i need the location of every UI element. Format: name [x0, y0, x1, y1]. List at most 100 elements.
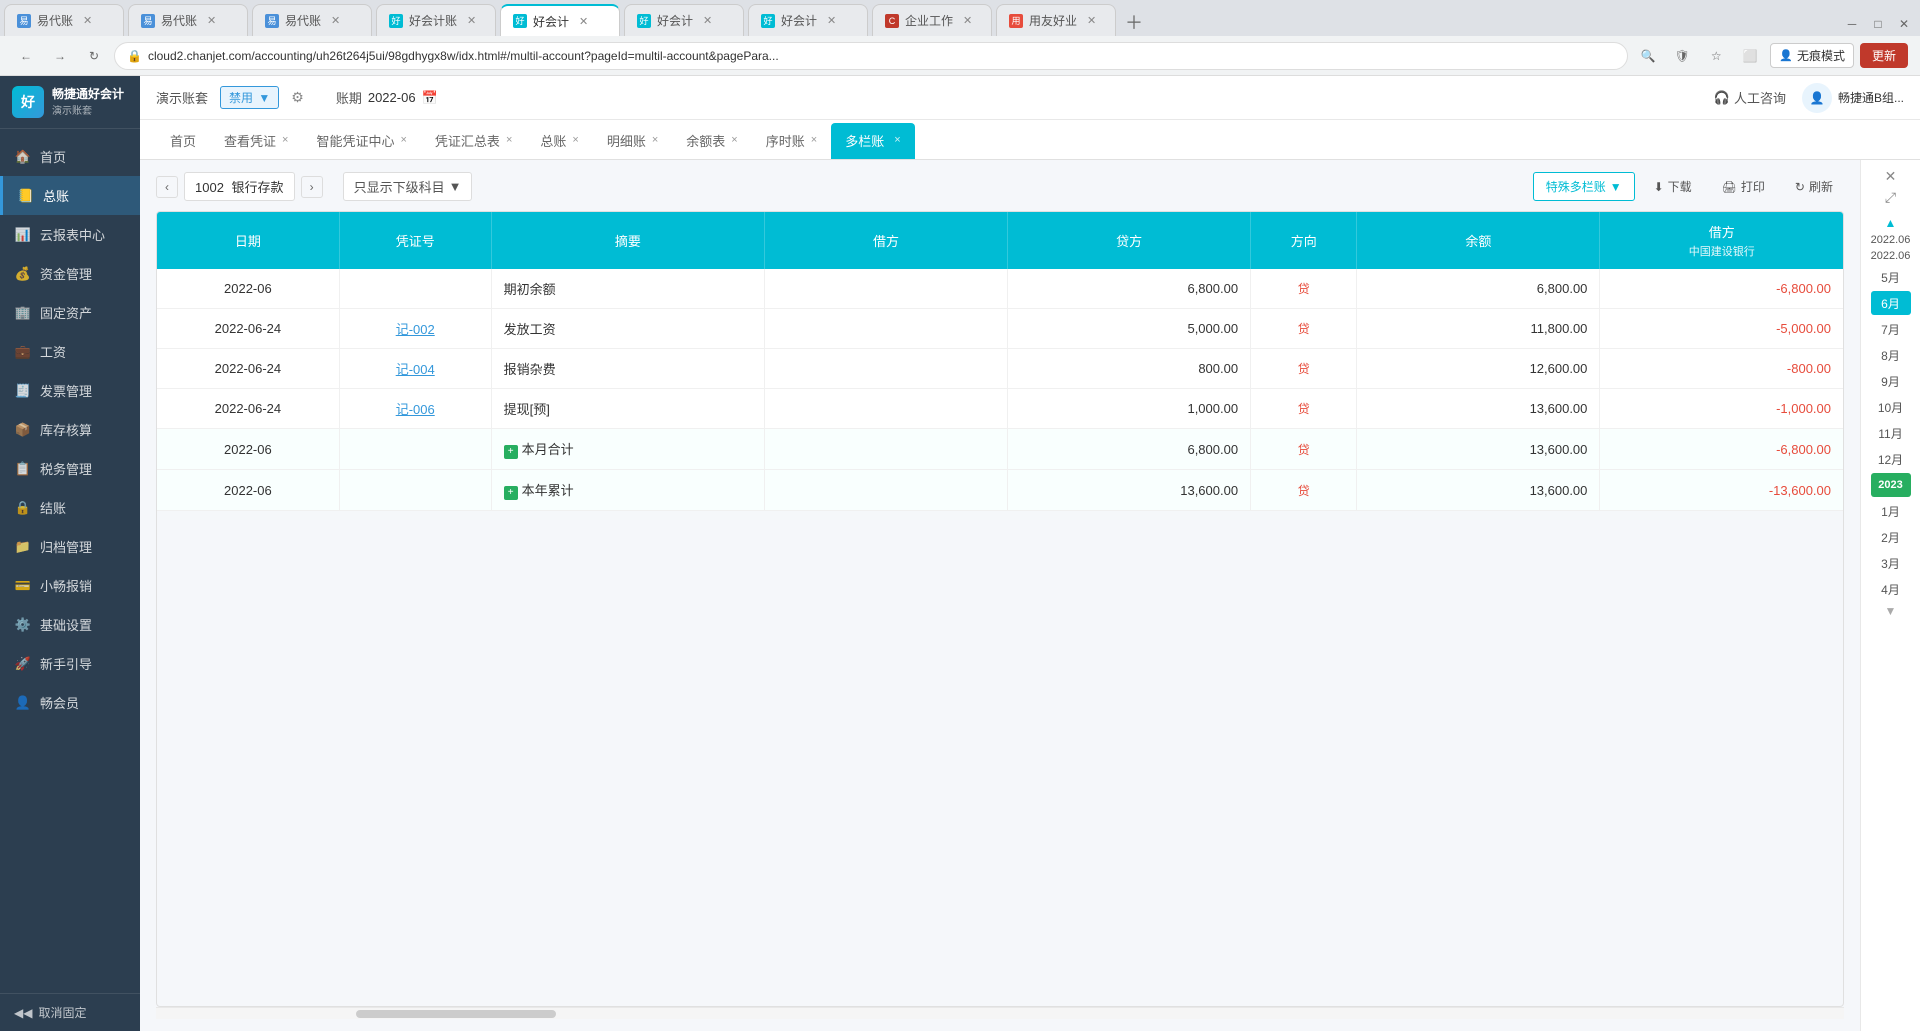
- consult-button[interactable]: 🎧 人工咨询: [1714, 88, 1786, 107]
- sidebar-item-expense[interactable]: 💳 小畅报销: [0, 566, 140, 605]
- sidebar-item-ledger[interactable]: 📒 总账: [0, 176, 140, 215]
- sidebar-item-settings[interactable]: ⚙️ 基础设置: [0, 605, 140, 644]
- month-item-9[interactable]: 9月: [1871, 369, 1911, 393]
- tab-balance[interactable]: 余额表 ×: [672, 123, 751, 159]
- tab-close-smart[interactable]: ×: [400, 134, 406, 146]
- scroll-down-arrow[interactable]: ▼: [1885, 604, 1897, 618]
- maximize-button[interactable]: □: [1866, 12, 1890, 36]
- month-item-5[interactable]: 5月: [1871, 265, 1911, 289]
- tab-close-voucher[interactable]: ×: [282, 134, 288, 146]
- tab-close-multi[interactable]: ×: [894, 134, 900, 146]
- account-code-display: 1002 银行存款: [184, 172, 295, 201]
- tab-yonyou-9[interactable]: 用 用友好业 ✕: [996, 4, 1116, 36]
- month-item-11[interactable]: 11月: [1871, 421, 1911, 445]
- tab-close-sequence[interactable]: ×: [811, 134, 817, 146]
- stealth-mode-button[interactable]: 👤 无痕模式: [1770, 43, 1854, 68]
- month-item-12[interactable]: 12月: [1871, 447, 1911, 471]
- tab-multi-column[interactable]: 多栏账 ×: [831, 123, 914, 159]
- month-item-2[interactable]: 2月: [1871, 525, 1911, 549]
- sidebar-item-guide[interactable]: 🚀 新手引导: [0, 644, 140, 683]
- user-profile[interactable]: 👤 畅捷通B组...: [1802, 83, 1904, 113]
- tab-close-9[interactable]: ✕: [1087, 14, 1096, 27]
- tab-enterprise-8[interactable]: C 企业工作 ✕: [872, 4, 992, 36]
- panel-expand-button[interactable]: ⤢: [1885, 189, 1896, 206]
- tab-close-summary[interactable]: ×: [506, 134, 512, 146]
- tab-smart-voucher[interactable]: 智能凭证中心 ×: [302, 123, 420, 159]
- ledger-table-wrapper[interactable]: 日期 凭证号 摘要 借方: [156, 211, 1844, 1007]
- calendar-icon[interactable]: 📅: [422, 90, 438, 106]
- month-item-1[interactable]: 1月: [1871, 499, 1911, 523]
- sidebar-item-member[interactable]: 👤 畅会员: [0, 683, 140, 722]
- sidebar-item-funds[interactable]: 💰 资金管理: [0, 254, 140, 293]
- next-account-button[interactable]: ›: [301, 176, 323, 198]
- demo-status-badge[interactable]: 禁用 ▼: [220, 86, 279, 109]
- sidebar-item-invoice[interactable]: 🧾 发票管理: [0, 371, 140, 410]
- tab-close-balance[interactable]: ×: [731, 134, 737, 146]
- sidebar-item-assets[interactable]: 🏢 固定资产: [0, 293, 140, 332]
- sidebar-item-archive[interactable]: 📁 归档管理: [0, 527, 140, 566]
- tab-close-3[interactable]: ✕: [331, 14, 340, 27]
- tab-yidaizhang-2[interactable]: 易 易代账 ✕: [128, 4, 248, 36]
- cell-voucher[interactable]: 记-002: [339, 309, 491, 349]
- filter-dropdown[interactable]: 只显示下级科目 ▼: [343, 172, 473, 201]
- sidebar-item-close-period[interactable]: 🔒 结账: [0, 488, 140, 527]
- cell-voucher[interactable]: 记-006: [339, 389, 491, 429]
- tab-close-7[interactable]: ✕: [827, 14, 836, 27]
- settings-gear-icon[interactable]: ⚙: [291, 89, 304, 106]
- update-button[interactable]: 更新: [1860, 43, 1908, 68]
- refresh-button[interactable]: ↻ 刷新: [1784, 172, 1844, 201]
- sidebar-item-payroll[interactable]: 💼 工资: [0, 332, 140, 371]
- minimize-button[interactable]: ─: [1840, 12, 1864, 36]
- tab-close-general[interactable]: ×: [572, 134, 578, 146]
- sidebar-item-reports[interactable]: 📊 云报表中心: [0, 215, 140, 254]
- tab-close-2[interactable]: ✕: [207, 14, 216, 27]
- shield-icon[interactable]: 🛡: [1668, 42, 1696, 70]
- new-tab-button[interactable]: ＋: [1120, 8, 1148, 36]
- month-item-10[interactable]: 10月: [1871, 395, 1911, 419]
- tab-close-8[interactable]: ✕: [963, 14, 972, 27]
- tab-close-4[interactable]: ✕: [467, 14, 476, 27]
- download-button[interactable]: ⬇ 下载: [1643, 172, 1703, 201]
- prev-account-button[interactable]: ‹: [156, 176, 178, 198]
- forward-button[interactable]: →: [46, 42, 74, 70]
- tab-home[interactable]: 首页: [156, 123, 210, 159]
- tab-yidaizhang-1[interactable]: 易 易代账 ✕: [4, 4, 124, 36]
- tab-haokaiji-4[interactable]: 好 好会计账 ✕: [376, 4, 496, 36]
- reload-button[interactable]: ↻: [80, 42, 108, 70]
- horizontal-scrollbar[interactable]: [156, 1007, 1844, 1019]
- tab-haokaiji-5[interactable]: 好 好会计 ✕: [500, 4, 620, 36]
- tab-close-5[interactable]: ✕: [579, 15, 588, 28]
- month-item-4[interactable]: 4月: [1871, 577, 1911, 601]
- month-item-7[interactable]: 7月: [1871, 317, 1911, 341]
- tab-detail-ledger[interactable]: 明细账 ×: [593, 123, 672, 159]
- month-item-6[interactable]: 6月: [1871, 291, 1911, 315]
- month-item-8[interactable]: 8月: [1871, 343, 1911, 367]
- tab-voucher[interactable]: 查看凭证 ×: [210, 123, 302, 159]
- sidebar-item-home[interactable]: 🏠 首页: [0, 137, 140, 176]
- star-icon[interactable]: ☆: [1702, 42, 1730, 70]
- tab-haokaiji-7[interactable]: 好 好会计 ✕: [748, 4, 868, 36]
- year-marker-2023[interactable]: 2023: [1871, 473, 1911, 497]
- url-input[interactable]: 🔒 cloud2.chanjet.com/accounting/uh26t264…: [114, 42, 1628, 70]
- tab-general-ledger[interactable]: 总账 ×: [526, 123, 592, 159]
- tab-sequence[interactable]: 序时账 ×: [752, 123, 831, 159]
- tab-yidaizhang-3[interactable]: 易 易代账 ✕: [252, 4, 372, 36]
- panel-close-button[interactable]: ✕: [1885, 168, 1897, 185]
- tab-haokaiji-6[interactable]: 好 好会计 ✕: [624, 4, 744, 36]
- tab-close-1[interactable]: ✕: [83, 14, 92, 27]
- cell-voucher[interactable]: 记-004: [339, 349, 491, 389]
- scroll-up-arrow[interactable]: ▲: [1885, 216, 1897, 230]
- special-multi-button[interactable]: 特殊多栏账 ▼: [1533, 172, 1635, 201]
- sidebar-item-tax[interactable]: 📋 税务管理: [0, 449, 140, 488]
- month-item-3[interactable]: 3月: [1871, 551, 1911, 575]
- sidebar-toggle-icon[interactable]: ⬜: [1736, 42, 1764, 70]
- search-icon[interactable]: 🔍: [1634, 42, 1662, 70]
- unpin-button[interactable]: ◀◀ 取消固定: [14, 1004, 126, 1021]
- print-button[interactable]: 🖨 打印: [1711, 172, 1776, 201]
- sidebar-item-inventory[interactable]: 📦 库存核算: [0, 410, 140, 449]
- back-button[interactable]: ←: [12, 42, 40, 70]
- tab-voucher-summary[interactable]: 凭证汇总表 ×: [421, 123, 526, 159]
- tab-close-detail[interactable]: ×: [652, 134, 658, 146]
- tab-close-6[interactable]: ✕: [703, 14, 712, 27]
- close-window-button[interactable]: ✕: [1892, 12, 1916, 36]
